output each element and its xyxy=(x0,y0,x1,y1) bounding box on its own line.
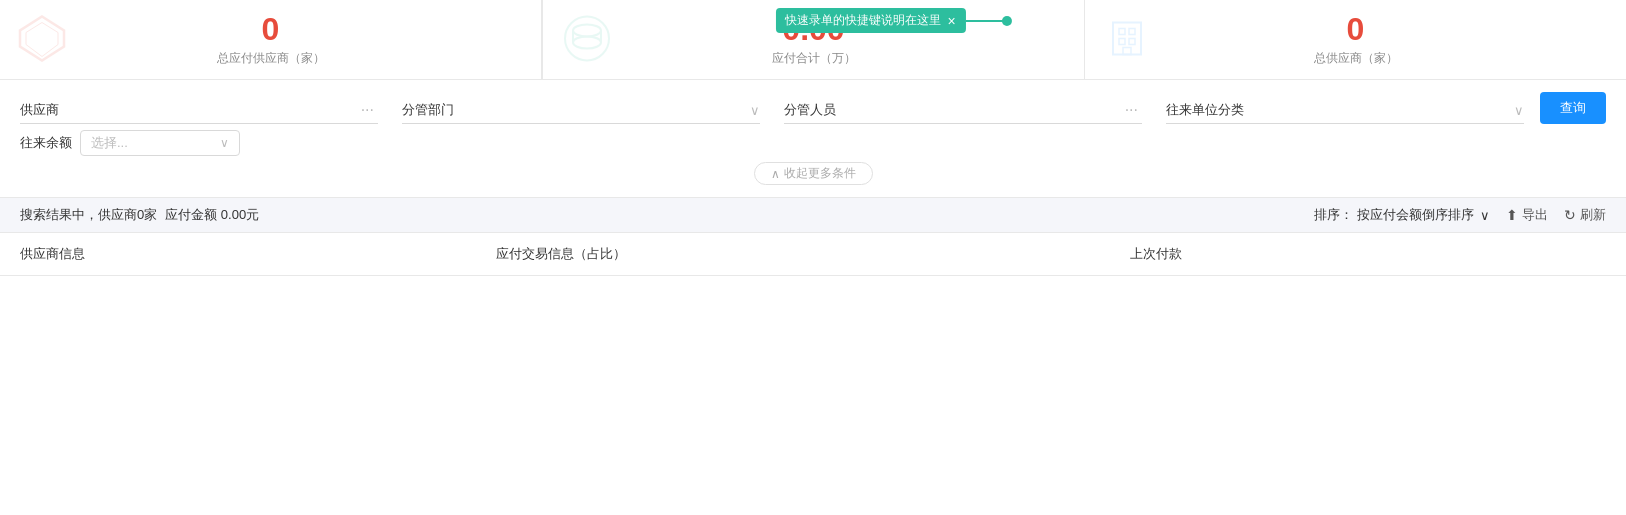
tooltip-dot xyxy=(1002,16,1012,26)
export-icon: ⬆ xyxy=(1506,207,1518,223)
dept-arrow[interactable]: ∨ xyxy=(750,103,760,118)
sort-label: 排序： xyxy=(1314,206,1353,224)
supplier-dots[interactable]: ··· xyxy=(357,101,378,119)
total-supplier-count: 0 xyxy=(1347,12,1365,47)
refresh-button[interactable]: ↻ 刷新 xyxy=(1564,206,1606,224)
balance-label: 往来余额 xyxy=(20,134,72,152)
category-label: 往来单位分类 xyxy=(1166,101,1252,119)
svg-rect-12 xyxy=(1123,47,1131,54)
export-label: 导出 xyxy=(1522,206,1548,224)
supplier-input[interactable] xyxy=(67,103,357,118)
collapse-label: 收起更多条件 xyxy=(784,165,856,182)
result-info: 搜索结果中，供应商0家 xyxy=(20,206,157,224)
svg-point-2 xyxy=(565,16,609,60)
tooltip-close[interactable]: × xyxy=(947,14,955,28)
coin-icon xyxy=(561,12,613,64)
chevron-up-icon: ∧ xyxy=(771,167,780,181)
refresh-label: 刷新 xyxy=(1580,206,1606,224)
svg-rect-10 xyxy=(1119,38,1125,44)
person-input[interactable] xyxy=(844,103,1121,118)
person-dots[interactable]: ··· xyxy=(1121,101,1142,119)
tooltip-text: 快速录单的快捷键说明在这里 xyxy=(785,12,941,29)
refresh-icon: ↻ xyxy=(1564,207,1576,223)
dept-label: 分管部门 xyxy=(402,101,462,119)
svg-rect-11 xyxy=(1129,38,1135,44)
stat-total-payable: 0 总应付供应商（家） xyxy=(0,0,542,79)
category-arrow[interactable]: ∨ xyxy=(1514,103,1524,118)
query-button[interactable]: 查询 xyxy=(1540,92,1606,124)
supplier-label: 供应商 xyxy=(20,101,67,119)
svg-point-6 xyxy=(573,36,601,48)
svg-marker-0 xyxy=(20,16,64,60)
export-button[interactable]: ⬆ 导出 xyxy=(1506,206,1548,224)
balance-placeholder: 选择... xyxy=(91,134,220,152)
search-area: 供应商 ··· 分管部门 ∨ 分管人员 ··· 往来单位分类 ∨ 查询 xyxy=(0,80,1626,198)
table-header: 供应商信息 应付交易信息（占比） 上次付款 xyxy=(0,233,1626,276)
result-actions: 排序： 按应付会额倒序排序 ∨ ⬆ 导出 ↻ 刷新 xyxy=(1314,206,1606,224)
svg-rect-9 xyxy=(1129,28,1135,34)
collapse-row: ∧ 收起更多条件 xyxy=(20,156,1606,185)
diamond-icon xyxy=(18,14,66,62)
person-label: 分管人员 xyxy=(784,101,844,119)
svg-rect-8 xyxy=(1119,28,1125,34)
svg-point-3 xyxy=(573,24,601,36)
payable-supplier-label: 总应付供应商（家） xyxy=(217,50,325,67)
result-bar: 搜索结果中，供应商0家 应付金额 0.00元 排序： 按应付会额倒序排序 ∨ ⬆… xyxy=(0,198,1626,233)
building-icon xyxy=(1103,14,1151,62)
stat-payable-total: 0.00 应付合计（万） 快速录单的快捷键说明在这里 × xyxy=(542,0,1085,79)
stats-bar: 0 总应付供应商（家） 0.00 应付合计（万） 快速录单的快捷键说明在这里 × xyxy=(0,0,1626,80)
payable-amount-label: 应付合计（万） xyxy=(772,50,856,67)
balance-arrow: ∨ xyxy=(220,136,229,150)
sort-arrow-icon: ∨ xyxy=(1480,208,1490,223)
collapse-button[interactable]: ∧ 收起更多条件 xyxy=(754,162,873,185)
payable-supplier-count: 0 xyxy=(262,12,280,47)
table-body xyxy=(0,276,1626,515)
total-supplier-label: 总供应商（家） xyxy=(1314,50,1398,67)
sort-value: 按应付会额倒序排序 xyxy=(1357,206,1474,224)
shortcut-tooltip: 快速录单的快捷键说明在这里 × xyxy=(775,8,965,33)
category-input[interactable] xyxy=(1252,103,1514,118)
svg-rect-7 xyxy=(1113,22,1141,54)
svg-marker-1 xyxy=(26,22,58,56)
balance-select[interactable]: 选择... ∨ xyxy=(80,130,240,156)
dept-input[interactable] xyxy=(462,103,750,118)
col-lastpay-header: 上次付款 xyxy=(1130,245,1606,263)
stat-total-suppliers: 0 总供应商（家） xyxy=(1085,0,1626,79)
col-transaction-header: 应付交易信息（占比） xyxy=(496,245,1130,263)
result-amount: 应付金额 0.00元 xyxy=(165,206,259,224)
col-supplier-header: 供应商信息 xyxy=(20,245,496,263)
sort-select[interactable]: 排序： 按应付会额倒序排序 ∨ xyxy=(1314,206,1490,224)
